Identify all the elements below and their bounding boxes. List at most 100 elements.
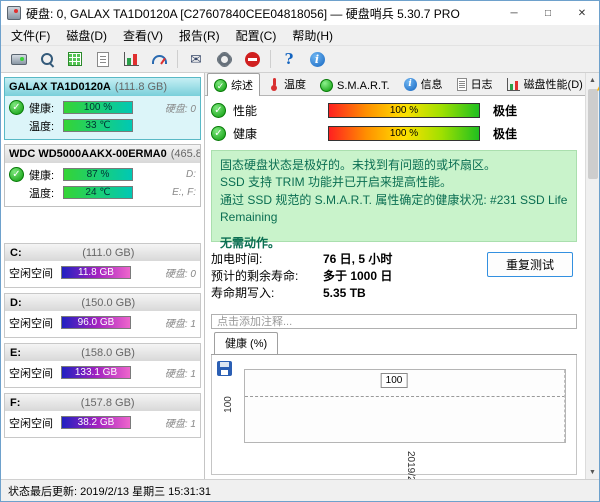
disk-sidebar: GALAX TA1D0120A (111.8 GB) ✓ 健康: 100 % 硬… [1, 73, 205, 479]
partition-header: C: (111.0 GB) [5, 244, 200, 261]
check-icon: ✓ [211, 103, 226, 118]
disk-item-1[interactable]: WDC WD5000AAKX-00ERMA0 (465.8 GB) ✓ 健康: … [4, 144, 201, 207]
app-icon [7, 6, 21, 20]
toolbar: ✉ ? i [1, 46, 599, 73]
retest-button[interactable]: 重复测试 [487, 252, 573, 277]
lifetime-writes-label: 寿命期写入: [211, 284, 323, 301]
tab-overview[interactable]: ✓ 综述 [207, 73, 260, 96]
partition-header: D: (150.0 GB) [5, 294, 200, 311]
free-space-bar: 11.8 GB [61, 266, 131, 279]
partition-size: (157.8 GB) [81, 397, 135, 409]
partition-header: F: (157.8 GB) [5, 394, 200, 411]
menu-file[interactable]: 文件(F) [3, 25, 58, 46]
disk-header: GALAX TA1D0120A (111.8 GB) [5, 78, 200, 96]
tab-label: 温度 [284, 76, 306, 92]
menu-config[interactable]: 配置(C) [228, 25, 285, 46]
disk-body: ✓ 健康: 87 % D: 温度: 24 ℃ E:, F: [5, 163, 200, 206]
stop-button[interactable] [239, 48, 265, 71]
help-button[interactable]: ? [276, 48, 302, 71]
content-area: ✓ 综述 温度 S.M.A.R.T. i 信息 [205, 73, 599, 479]
free-space-bar: 38.2 GB [61, 416, 131, 429]
chart-y-tick: 100 [223, 396, 234, 413]
settings-button[interactable] [211, 48, 237, 71]
disk-overview-icon [40, 52, 55, 67]
tab-temperature[interactable]: 温度 [260, 72, 313, 95]
disk-name: GALAX TA1D0120A [9, 81, 111, 93]
report-button[interactable] [90, 48, 116, 71]
partition-item-f[interactable]: F: (157.8 GB) 空闲空间 38.2 GB 硬盘: 1 [4, 393, 201, 438]
performance-chart-icon [124, 52, 139, 66]
ssd-status-box: 固态硬盘状态是极好的。未找到有问题的或坏扇区。 SSD 支持 TRIM 功能并已… [211, 150, 577, 242]
detect-disks-button[interactable] [6, 48, 32, 71]
maximize-button[interactable]: □ [531, 1, 565, 25]
surface-test-button[interactable] [62, 48, 88, 71]
tab-label: 磁盘性能(D) [524, 76, 583, 92]
tab-smart[interactable]: S.M.A.R.T. [313, 75, 397, 95]
partition-letter: F: [10, 397, 20, 409]
vertical-scrollbar[interactable]: ▲ ▼ [585, 73, 599, 479]
health-label: 健康: [29, 167, 63, 183]
mail-report-icon: ✉ [190, 52, 202, 66]
tab-label: 日志 [471, 76, 493, 92]
performance-bar: 100 % [328, 103, 480, 118]
partition-letter: D: [10, 297, 22, 309]
temp-label: 温度: [29, 185, 63, 201]
minimize-button[interactable]: ─ [497, 1, 531, 25]
free-space-label: 空闲空间 [9, 365, 61, 381]
gauge-icon [152, 55, 167, 64]
performance-chart-button[interactable] [118, 48, 144, 71]
stop-icon [245, 52, 260, 67]
toolbar-separator [270, 50, 271, 68]
mail-report-button[interactable]: ✉ [183, 48, 209, 71]
partition-item-e[interactable]: E: (158.0 GB) 空闲空间 133.1 GB 硬盘: 1 [4, 343, 201, 388]
check-icon: ✓ [214, 79, 227, 92]
scroll-down-icon[interactable]: ▼ [586, 465, 600, 479]
tab-label: S.M.A.R.T. [337, 80, 390, 92]
health-chart-subtab[interactable]: 健康 (%) [214, 332, 278, 354]
menu-report[interactable]: 报告(R) [171, 25, 228, 46]
partition-item-c[interactable]: C: (111.0 GB) 空闲空间 11.8 GB 硬盘: 0 [4, 243, 201, 288]
comment-input[interactable] [211, 314, 577, 329]
drive-letters: D: [186, 169, 196, 180]
menu-disk[interactable]: 磁盘(D) [58, 25, 115, 46]
partition-body: 空闲空间 11.8 GB 硬盘: 0 [5, 261, 200, 287]
menu-bar: 文件(F) 磁盘(D) 查看(V) 报告(R) 配置(C) 帮助(H) [1, 25, 599, 46]
tab-information[interactable]: i 信息 [397, 72, 450, 95]
thermometer-icon [267, 78, 280, 91]
chart-point-label: 100 [381, 373, 408, 388]
disk-name: WDC WD5000AAKX-00ERMA0 [9, 148, 167, 160]
health-history-chart: 100 100 2019/2/13 [211, 355, 577, 475]
menu-help[interactable]: 帮助(H) [284, 25, 341, 46]
performance-rating: 极佳 [493, 102, 517, 119]
partition-letter: C: [10, 247, 22, 259]
menu-view[interactable]: 查看(V) [115, 25, 171, 46]
free-space-bar: 133.1 GB [61, 366, 131, 379]
close-button[interactable]: ✕ [565, 1, 599, 25]
partition-item-d[interactable]: D: (150.0 GB) 空闲空间 96.0 GB 硬盘: 1 [4, 293, 201, 338]
scroll-thumb[interactable] [588, 89, 598, 179]
chart-x-tick: 2019/2/13 [405, 451, 416, 479]
disk-item-0[interactable]: GALAX TA1D0120A (111.8 GB) ✓ 健康: 100 % 硬… [4, 77, 201, 140]
power-on-value: 76 日, 5 小时 [323, 250, 392, 267]
disk-ref: 硬盘: 0 [165, 100, 196, 115]
drive-letters: E:, F: [172, 187, 196, 198]
chart-gridline [564, 370, 565, 442]
lifetime-writes-value: 5.35 TB [323, 286, 366, 300]
chart-subtab-bar: 健康 (%) [211, 335, 577, 355]
save-chart-icon[interactable] [217, 361, 232, 376]
partition-size: (150.0 GB) [81, 297, 135, 309]
disk-size: (111.8 GB) [115, 81, 167, 93]
health-label: 健康 [233, 125, 321, 142]
overview-panel: ✓ 性能 100 % 极佳 ✓ 健康 100 % 极佳 固态硬盘状态是极好的。未… [205, 96, 585, 479]
tab-log[interactable]: 日志 [450, 72, 500, 95]
about-button[interactable]: i [304, 48, 330, 71]
disk-overview-button[interactable] [34, 48, 60, 71]
status-bar: 状态最后更新: 2019/2/13 星期三 15:31:31 [1, 479, 599, 501]
scroll-up-icon[interactable]: ▲ [586, 73, 600, 87]
partition-letter: E: [10, 347, 21, 359]
gauge-button[interactable] [146, 48, 172, 71]
smart-status-icon [320, 79, 333, 92]
lifetime-info-section: 加电时间: 76 日, 5 小时 预计的剩余寿命: 多于 1000 日 寿命期写… [211, 250, 577, 306]
report-icon [97, 52, 109, 67]
tab-disk-performance[interactable]: 磁盘性能(D) [500, 72, 590, 95]
